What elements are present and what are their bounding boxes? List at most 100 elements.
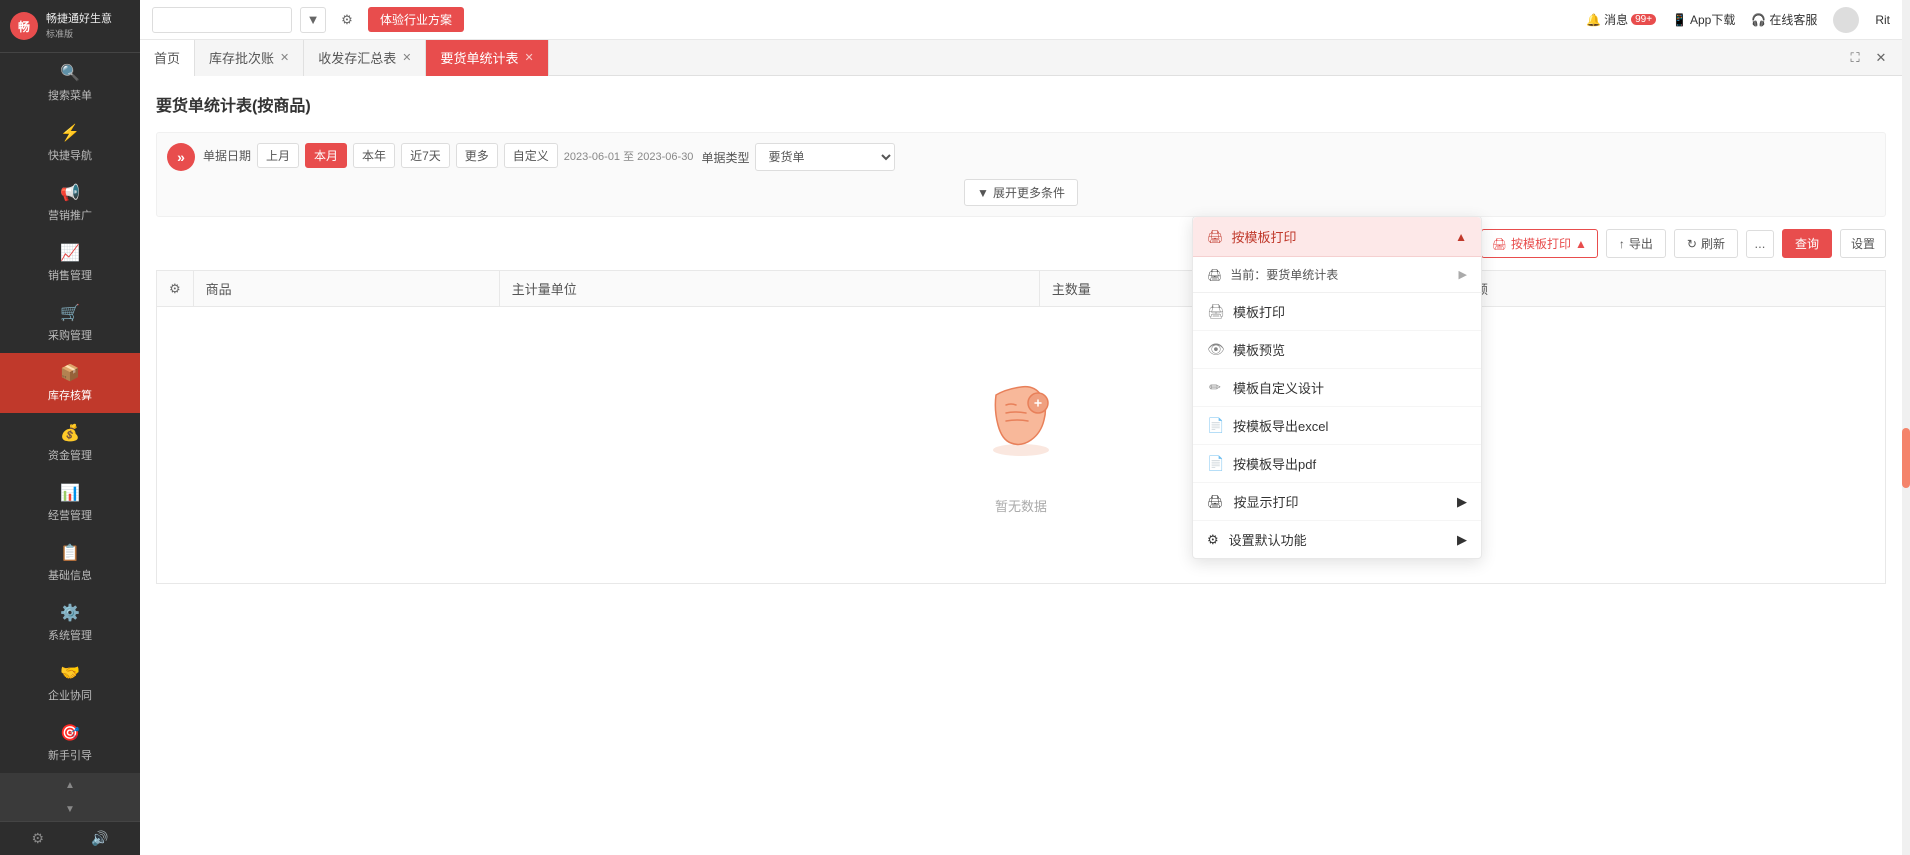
date-btn-more[interactable]: 更多 [456,143,498,168]
template-preview-item-icon: 👁 [1207,341,1223,358]
search-input[interactable] [152,7,292,33]
export-btn[interactable]: ↑ 导出 [1606,229,1666,258]
trial-btn[interactable]: 体验行业方案 [368,7,464,32]
export-label: 导出 [1629,235,1653,252]
template-print-btn[interactable]: 🖨 按模板打印 ▲ [1481,229,1598,258]
col-amount: 零售金额 [1423,271,1885,307]
sidebar-item-newguide[interactable]: 🎯新手引导 [0,713,140,773]
expand-more-btn[interactable]: ▼ 展开更多条件 [964,179,1078,206]
dropdown-section-display-left: 🖨 按显示打印 [1207,492,1299,511]
dropdown-print-icon: 🖨 [1207,229,1224,245]
messages-btn[interactable]: 🔔 消息 99+ [1586,11,1656,28]
sidebar-item-operation[interactable]: 📊经营管理 [0,473,140,533]
sidebar-item-label-inventory: 库存核算 [48,387,92,403]
date-btn-last-month[interactable]: 上月 [257,143,299,168]
tab-home[interactable]: 首页 [140,40,195,76]
sidebar-item-collab[interactable]: 🤝 企业协同 [0,653,140,713]
refresh-label: 刷新 [1701,235,1725,252]
settings-gear-icon[interactable]: ⚙ [334,7,360,33]
page-title: 要货单统计表(按商品) [156,92,1886,116]
sidebar-item-label-quicknav: 快捷导航 [48,147,92,163]
dropdown-item-template-pdf[interactable]: 📄 按模板导出pdf [1193,445,1481,483]
scrollbar-thumb [1902,428,1910,488]
dropdown-current-left: 🖨 当前：要货单统计表 [1207,266,1338,283]
sidebar-bottom: ⚙ 🔊 [0,821,140,855]
online-service-btn[interactable]: 🎧 在线客服 [1751,11,1817,28]
column-settings-icon[interactable]: ⚙ [169,281,181,296]
sidebar-item-search[interactable]: 🔍 搜索菜单 [0,53,140,113]
dropdown-section-default-left: ⚙ 设置默认功能 [1207,530,1307,549]
search-dropdown-btn[interactable]: ▼ [300,7,326,33]
settings-icon[interactable]: ⚙ [32,830,45,847]
current-arrow: ▶ [1459,268,1467,281]
settings-btn[interactable]: 设置 [1840,229,1886,258]
date-btn-custom[interactable]: 自定义 [504,143,558,168]
refresh-btn[interactable]: ↻ 刷新 [1674,229,1738,258]
quicknav-icon: ⚡ [60,123,80,143]
filter-bar: » 单据日期 上月 本月 本年 近7天 更多 自定义 2023-06-01 至 … [156,132,1886,217]
order-type-label: 单据类型 [701,149,749,166]
date-btn-this-month[interactable]: 本月 [305,143,347,168]
date-filter-section: 单据日期 上月 本月 本年 近7天 更多 自定义 2023-06-01 至 20… [203,143,693,168]
tab-home-label: 首页 [154,48,180,67]
tab-receipt-summary[interactable]: 收发存汇总表 ✕ [304,40,426,76]
query-btn[interactable]: 查询 [1782,229,1832,258]
dropdown-item-template-print[interactable]: 🖨 模板打印 [1193,293,1481,331]
dropdown-section-set-default[interactable]: ⚙ 设置默认功能 ▶ [1193,521,1481,558]
empty-state: 暂无数据 [169,315,1873,575]
sidebar-item-finance[interactable]: 💰资金管理 [0,413,140,473]
sidebar-item-label-search: 搜索菜单 [48,87,92,103]
sound-icon[interactable]: 🔊 [91,830,108,847]
dropdown-item-template-design[interactable]: ✏ 模板自定义设计 [1193,369,1481,407]
dropdown-header[interactable]: 🖨 按模板打印 ▲ [1193,217,1481,257]
dropdown-current-item[interactable]: 🖨 当前：要货单统计表 ▶ [1193,257,1481,293]
date-btn-7days[interactable]: 近7天 [401,143,450,168]
more-btn[interactable]: ... [1746,230,1774,258]
sidebar-item-basic[interactable]: 📋基础信息 [0,533,140,593]
sidebar-item-quicknav[interactable]: ⚡ 快捷导航 [0,113,140,173]
sidebar-item-label-collab: 企业协同 [48,687,92,703]
topbar: ▼ ⚙ 体验行业方案 🔔 消息 99+ 📱 App下载 🎧 在线客服 Rit [140,0,1902,40]
sidebar-item-label-basic: 基础信息 [48,567,92,583]
collab-icon: 🤝 [60,663,80,683]
tab-inventory-batch-close[interactable]: ✕ [280,51,289,64]
app-logo: 畅 畅捷通好生意 标准版 [0,0,140,53]
sidebar-item-purchase[interactable]: 🛒采购管理 [0,293,140,353]
sidebar-item-inventory[interactable]: 📦库存核算 [0,353,140,413]
messages-label: 消息 [1604,11,1628,28]
sidebar-item-system[interactable]: ⚙️系统管理 [0,593,140,653]
sidebar-item-sales[interactable]: 📈销售管理 [0,233,140,293]
tab-order-stats[interactable]: 要货单统计表 ✕ [426,40,548,76]
filter-expand-icon[interactable]: » [167,143,195,171]
sidebar-item-marketing[interactable]: 📢营销推广 [0,173,140,233]
order-type-select[interactable]: 要货单 [755,143,895,171]
username-label[interactable]: Rit [1875,13,1890,27]
empty-label: 暂无数据 [995,496,1047,515]
tab-inventory-batch[interactable]: 库存批次账 ✕ [195,40,304,76]
tab-maximize-btn[interactable]: ⛶ [1842,45,1868,71]
messages-badge: 99+ [1631,14,1656,25]
template-print-label: 按模板打印 [1511,235,1571,252]
dropdown-item-template-excel[interactable]: 📄 按模板导出excel [1193,407,1481,445]
sidebar-item-label-operation: 经营管理 [48,507,92,523]
sidebar-scroll: 🔍 搜索菜单 ⚡ 快捷导航 📢营销推广📈销售管理🛒采购管理📦库存核算💰资金管理📊经营管理… [0,53,140,773]
dropdown-item-template-preview[interactable]: 👁 模板预览 [1193,331,1481,369]
set-default-label: 设置默认功能 [1229,530,1307,549]
right-scrollbar[interactable] [1902,0,1910,855]
tab-close-all-btn[interactable]: ✕ [1868,45,1894,71]
search-icon: 🔍 [60,63,80,83]
template-print-item-label: 模板打印 [1233,302,1467,321]
tab-receipt-summary-close[interactable]: ✕ [402,51,411,64]
col-settings: ⚙ [157,271,194,307]
app-download-btn[interactable]: 📱 App下载 [1672,11,1735,28]
dropdown-section-display-print[interactable]: 🖨 按显示打印 ▶ [1193,483,1481,521]
user-avatar[interactable] [1833,7,1859,33]
current-icon: 🖨 [1207,268,1222,282]
date-range-display: 2023-06-01 至 2023-06-30 [564,148,694,164]
sidebar-scroll-down[interactable]: ▼ [0,797,140,821]
date-btn-this-year[interactable]: 本年 [353,143,395,168]
tab-order-stats-close[interactable]: ✕ [525,51,534,64]
template-print-chevron: ▲ [1575,237,1587,251]
template-design-item-label: 模板自定义设计 [1233,378,1467,397]
sidebar-scroll-up[interactable]: ▲ [0,773,140,797]
